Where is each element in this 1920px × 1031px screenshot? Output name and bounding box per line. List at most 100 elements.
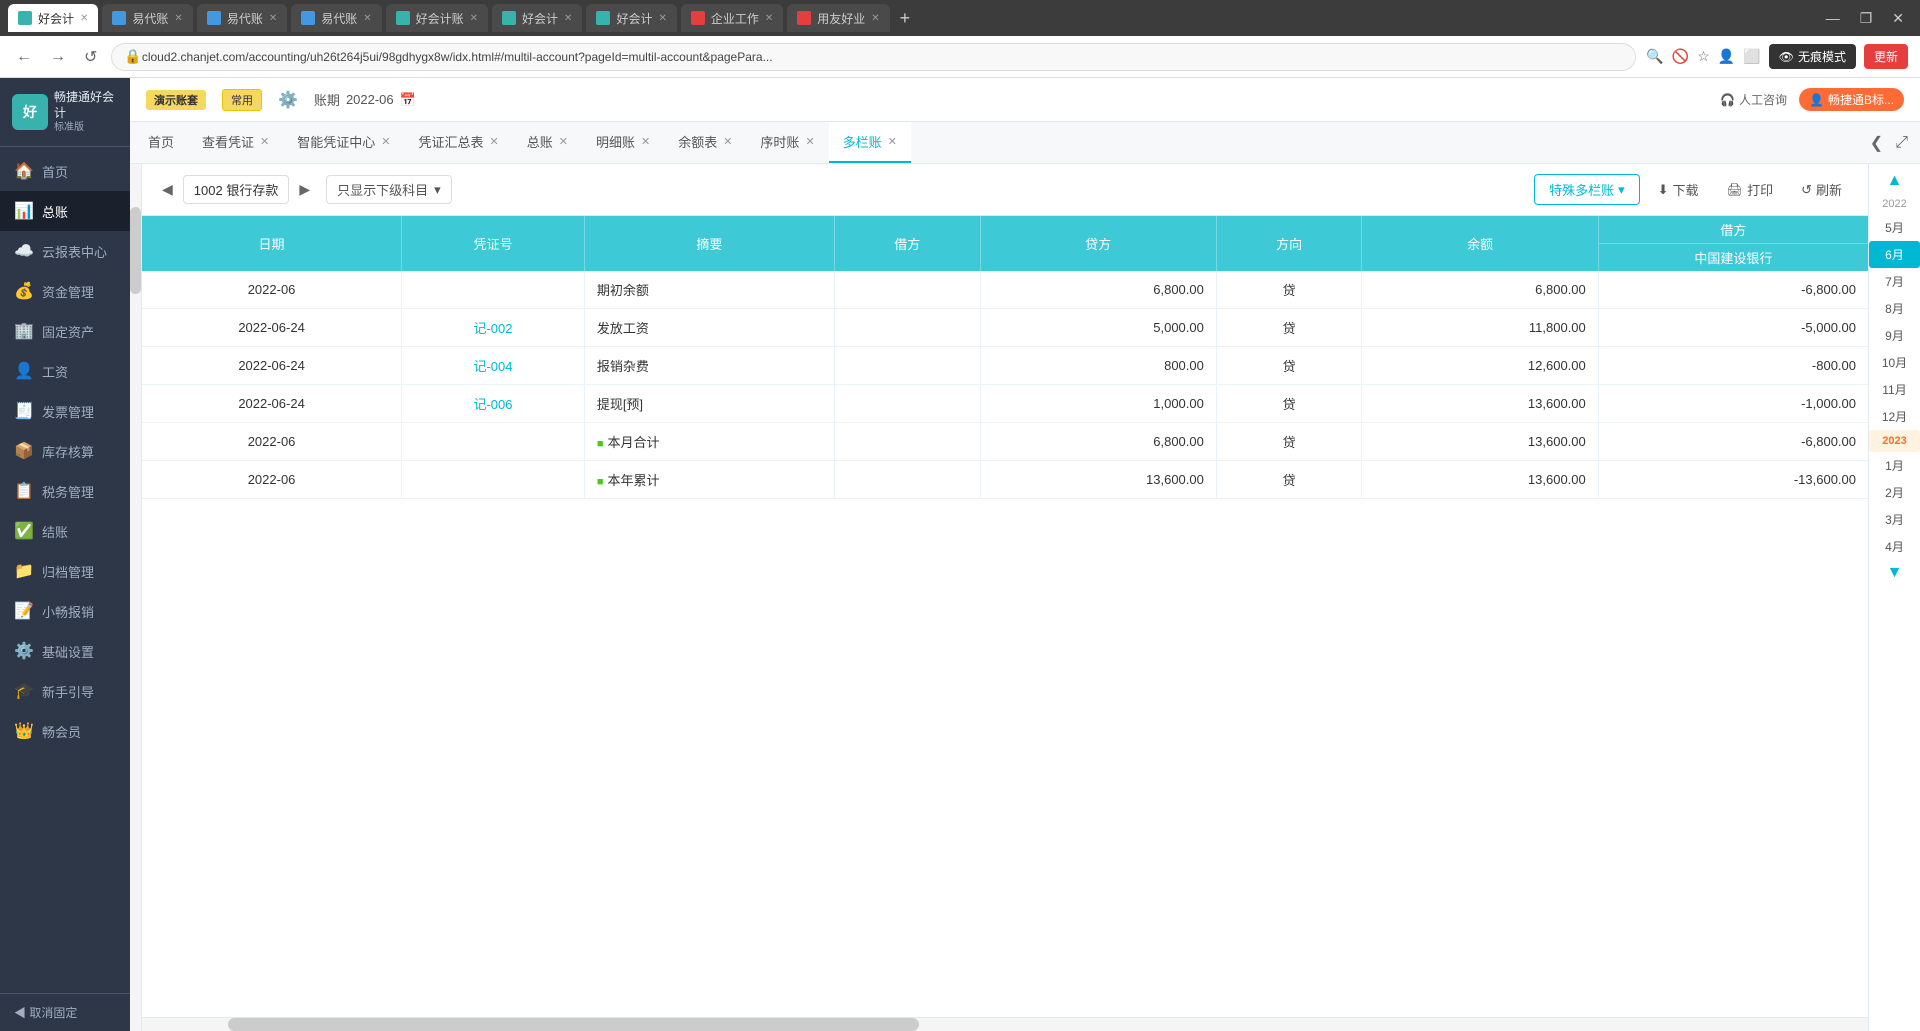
- back-button[interactable]: ←: [12, 44, 36, 70]
- next-account-button[interactable]: ▶: [295, 179, 314, 200]
- tab-balance[interactable]: 余额表 ✕: [664, 122, 746, 163]
- date-item-aug[interactable]: 8月: [1869, 295, 1920, 322]
- tab-view-voucher[interactable]: 查看凭证 ✕: [188, 122, 283, 163]
- nav-item-assets[interactable]: 🏢 固定资产: [0, 311, 130, 351]
- ledger-container: ◀ 1002 银行存款 ▶ 只显示下级科目 ▾: [130, 164, 1920, 1031]
- date-item-jan-2023[interactable]: 1月: [1869, 452, 1920, 479]
- tab-2[interactable]: 易代账 ✕: [197, 4, 287, 32]
- special-multi-column-button[interactable]: 特殊多栏账 ▾: [1534, 174, 1640, 205]
- tab-home[interactable]: 首页: [134, 122, 188, 163]
- extension-icon[interactable]: ⬜: [1743, 48, 1760, 65]
- nav-item-invoice[interactable]: 🧾 发票管理: [0, 391, 130, 431]
- tab-8[interactable]: 用友好业 ✕: [787, 4, 889, 32]
- block-icon[interactable]: 🚫: [1672, 48, 1689, 65]
- prev-account-button[interactable]: ◀: [158, 179, 177, 200]
- profile-icon[interactable]: 👤: [1718, 48, 1735, 65]
- tab-3[interactable]: 易代账 ✕: [291, 4, 381, 32]
- calendar-icon[interactable]: 📅: [400, 92, 416, 108]
- reload-button[interactable]: ↺: [80, 43, 101, 71]
- tab-sequence-ledger[interactable]: 序时账 ✕: [746, 122, 828, 163]
- tab-1[interactable]: 易代账 ✕: [102, 4, 192, 32]
- tab-6[interactable]: 好会计 ✕: [586, 4, 676, 32]
- year-2022-label: 2022: [1869, 194, 1920, 214]
- tab-4[interactable]: 好会计账 ✕: [386, 4, 488, 32]
- nav-item-ledger[interactable]: 📊 总账: [0, 191, 130, 231]
- tab-voucher-summary[interactable]: 凭证汇总表 ✕: [404, 122, 512, 163]
- nav-item-home[interactable]: 🏠 首页: [0, 151, 130, 191]
- nav-item-inventory[interactable]: 📦 库存核算: [0, 431, 130, 471]
- collapse-icon[interactable]: ❮: [1866, 129, 1887, 157]
- tab-close-smart-voucher[interactable]: ✕: [381, 135, 390, 148]
- tab-close-general-ledger[interactable]: ✕: [559, 135, 568, 148]
- nav-item-salary[interactable]: 👤 工资: [0, 351, 130, 391]
- gear-icon[interactable]: ⚙️: [278, 90, 298, 110]
- refresh-button[interactable]: ↺ 刷新: [1791, 175, 1852, 204]
- unpin-label: ◀ 取消固定: [14, 1004, 77, 1021]
- date-item-feb-2023[interactable]: 2月: [1869, 479, 1920, 506]
- date-item-may[interactable]: 5月: [1869, 214, 1920, 241]
- date-nav-up-button[interactable]: ▲: [1883, 168, 1907, 194]
- nav-item-tax[interactable]: 📋 税务管理: [0, 471, 130, 511]
- expand-icon[interactable]: ⤢: [1891, 130, 1912, 156]
- nav-item-member[interactable]: 👑 畅会员: [0, 711, 130, 751]
- nav-item-closing[interactable]: ✅ 结账: [0, 511, 130, 551]
- date-item-sep[interactable]: 9月: [1869, 322, 1920, 349]
- tab-close-view-voucher[interactable]: ✕: [260, 135, 269, 148]
- voucher-link[interactable]: 记-004: [473, 359, 512, 374]
- close-button[interactable]: ✕: [1884, 8, 1912, 29]
- date-item-oct[interactable]: 10月: [1869, 349, 1920, 376]
- maximize-button[interactable]: ❐: [1852, 8, 1881, 29]
- url-bar[interactable]: 🔒 cloud2.chanjet.com/accounting/uh26t264…: [111, 43, 1636, 71]
- nav-item-funds[interactable]: 💰 资金管理: [0, 271, 130, 311]
- tab-close-multi-column[interactable]: ✕: [888, 135, 897, 148]
- nav-item-invoice-label: 发票管理: [42, 402, 94, 421]
- nav-item-cloud[interactable]: ☁️ 云报表中心: [0, 231, 130, 271]
- date-item-jun[interactable]: 6月: [1869, 241, 1920, 268]
- print-button[interactable]: 🖨 打印: [1717, 175, 1784, 204]
- tab-7[interactable]: 企业工作 ✕: [681, 4, 783, 32]
- voucher-link[interactable]: 记-006: [473, 397, 512, 412]
- tab-close-voucher-summary[interactable]: ✕: [490, 135, 499, 148]
- cell-credit: 13,600.00: [980, 461, 1216, 499]
- update-button[interactable]: 更新: [1864, 44, 1908, 69]
- minimize-button[interactable]: —: [1818, 8, 1848, 28]
- nav-item-guide[interactable]: 🎓 新手引导: [0, 671, 130, 711]
- sidebar-unpin-button[interactable]: ◀ 取消固定: [0, 993, 130, 1031]
- tab-smart-voucher[interactable]: 智能凭证中心 ✕: [283, 122, 404, 163]
- date-item-nov[interactable]: 11月: [1869, 376, 1920, 403]
- user-badge[interactable]: 👤 畅捷通B标...: [1799, 88, 1904, 111]
- star-icon[interactable]: ☆: [1697, 48, 1710, 65]
- download-button[interactable]: ⬇ 下载: [1648, 175, 1709, 204]
- new-tab-button[interactable]: +: [894, 8, 917, 29]
- tab-multi-column[interactable]: 多栏账 ✕: [829, 122, 911, 163]
- nav-item-settings[interactable]: ⚙️ 基础设置: [0, 631, 130, 671]
- horizontal-scrollbar[interactable]: [142, 1017, 1868, 1031]
- sub-filter-dropdown[interactable]: 只显示下级科目 ▾: [326, 175, 452, 204]
- tab-close[interactable]: ✕: [80, 13, 88, 24]
- date-item-jul[interactable]: 7月: [1869, 268, 1920, 295]
- consultant-button[interactable]: 🎧 人工咨询: [1720, 91, 1787, 108]
- tab-5[interactable]: 好会计 ✕: [492, 4, 582, 32]
- tab-close-detail-ledger[interactable]: ✕: [641, 135, 650, 148]
- date-item-mar-2023[interactable]: 3月: [1869, 506, 1920, 533]
- scrollbar-thumb[interactable]: [228, 1018, 918, 1031]
- tab-close-sequence-ledger[interactable]: ✕: [805, 135, 814, 148]
- nav-item-expense[interactable]: 📝 小畅报销: [0, 591, 130, 631]
- left-scrollbar[interactable]: [130, 164, 142, 1031]
- forward-button[interactable]: →: [46, 44, 70, 70]
- date-item-apr-2023[interactable]: 4月: [1869, 533, 1920, 560]
- date-item-2023[interactable]: 2023: [1869, 430, 1920, 452]
- cell-voucher: [402, 461, 585, 499]
- tab-detail-ledger[interactable]: 明细账 ✕: [582, 122, 664, 163]
- cell-extra: -6,800.00: [1598, 271, 1868, 309]
- active-tab[interactable]: 好会计 ✕: [8, 4, 98, 32]
- voucher-link[interactable]: 记-002: [473, 321, 512, 336]
- date-item-dec[interactable]: 12月: [1869, 403, 1920, 430]
- tab-general-ledger[interactable]: 总账 ✕: [513, 122, 582, 163]
- account-label[interactable]: 1002 银行存款: [183, 175, 290, 204]
- tab-close-balance[interactable]: ✕: [723, 135, 732, 148]
- stealth-button[interactable]: 👁 无痕模式: [1769, 44, 1856, 69]
- date-nav-down-button[interactable]: ▼: [1883, 560, 1907, 586]
- nav-item-archive[interactable]: 📁 归档管理: [0, 551, 130, 591]
- search-icon[interactable]: 🔍: [1646, 48, 1663, 65]
